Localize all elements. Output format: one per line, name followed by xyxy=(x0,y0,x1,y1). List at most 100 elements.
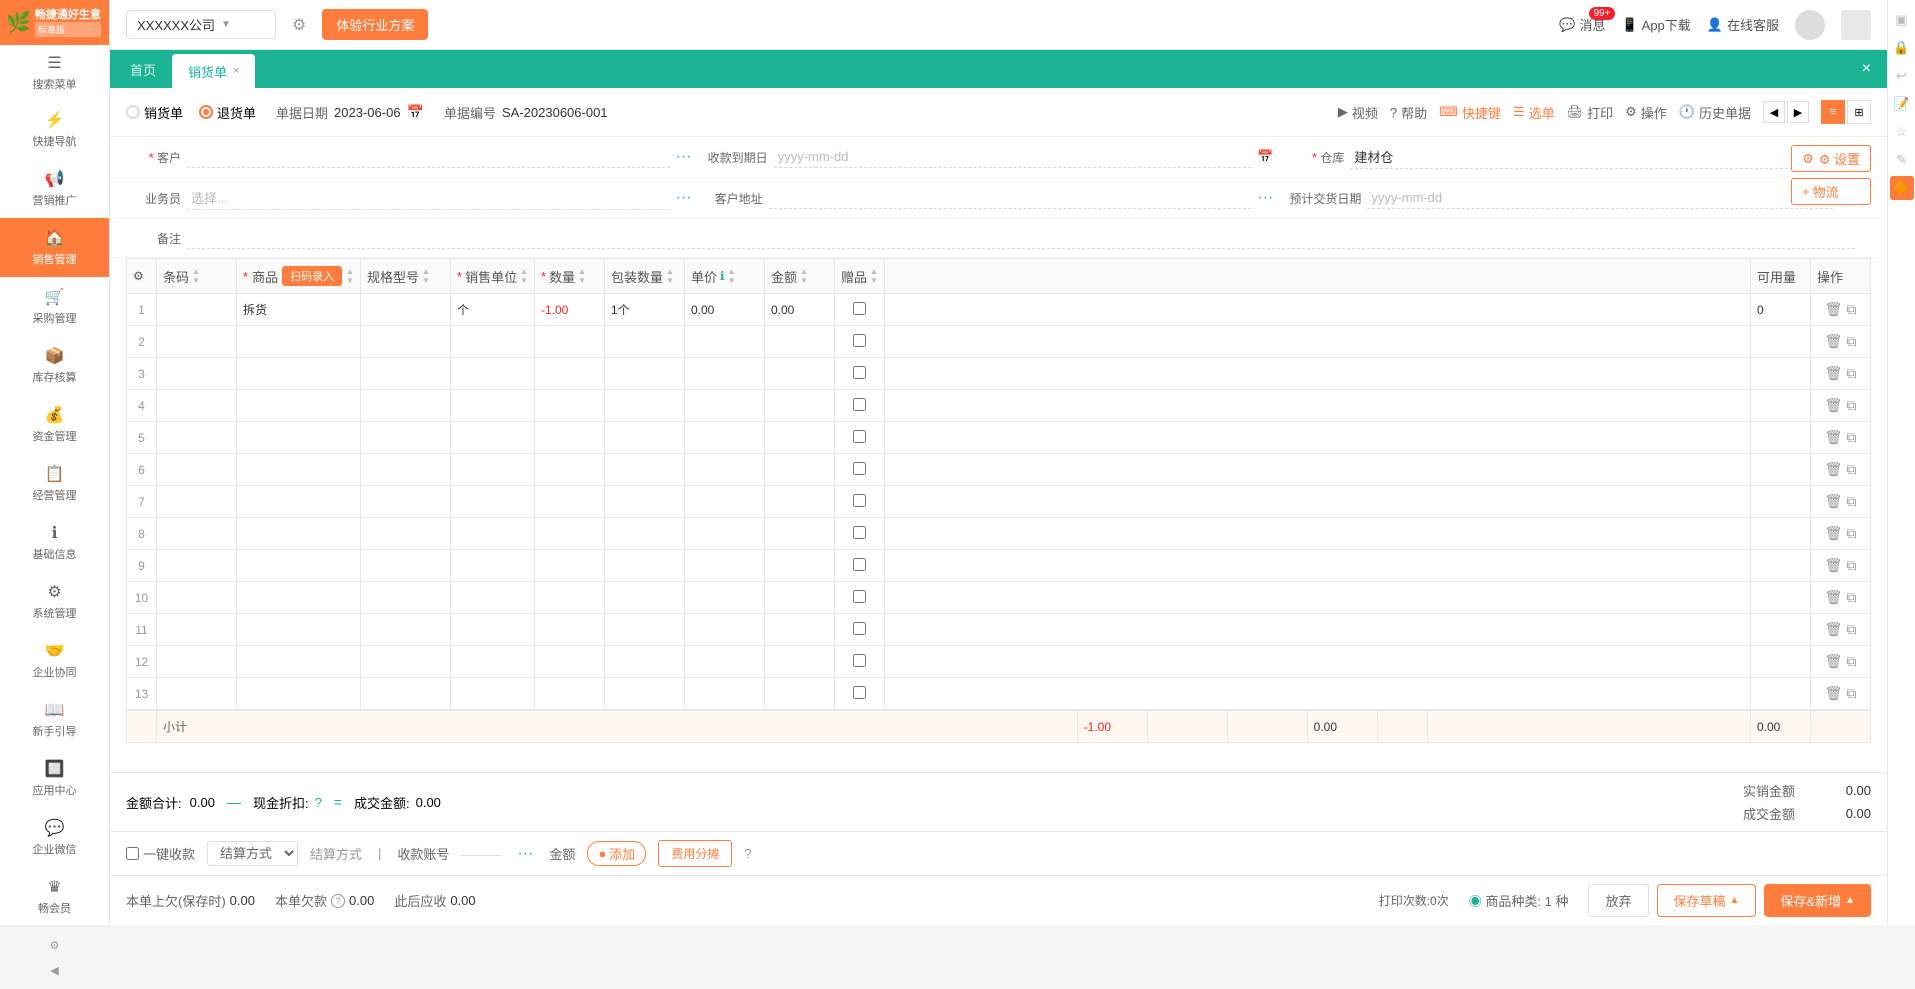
tab-sales-order[interactable]: 销货单 × xyxy=(172,54,255,88)
row-qty[interactable] xyxy=(535,358,605,390)
row-delete-icon[interactable]: 🗑 xyxy=(1825,333,1843,350)
help-action[interactable]: ? 帮助 xyxy=(1390,103,1427,122)
row-price[interactable] xyxy=(685,582,765,614)
cash-discount-info-icon[interactable]: ? xyxy=(315,795,322,810)
row-price[interactable] xyxy=(685,614,765,646)
row-pack-qty[interactable] xyxy=(605,646,685,678)
row-copy-icon[interactable]: ⧉ xyxy=(1846,461,1856,478)
row-pack-qty[interactable] xyxy=(605,678,685,710)
row-gift[interactable] xyxy=(835,582,885,614)
row-spec[interactable] xyxy=(361,326,451,358)
row-price[interactable] xyxy=(685,422,765,454)
customer-address-input[interactable] xyxy=(769,187,1252,209)
user-avatar[interactable] xyxy=(1795,10,1825,40)
row-qty[interactable]: -1.00 xyxy=(535,294,605,326)
row-qty[interactable] xyxy=(535,550,605,582)
row-gift[interactable] xyxy=(835,550,885,582)
row-product[interactable] xyxy=(237,486,361,518)
expense-split-button[interactable]: 费用分摊 xyxy=(658,840,732,867)
row-price[interactable]: 0.00 xyxy=(685,294,765,326)
row-gift[interactable] xyxy=(835,678,885,710)
th-gear[interactable]: ⚙ xyxy=(127,259,157,294)
row-amount[interactable] xyxy=(765,486,835,518)
row-unit[interactable] xyxy=(451,390,535,422)
save-draft-button[interactable]: 保存草稿 ▲ xyxy=(1657,884,1757,917)
account-dotted-btn[interactable]: ··· xyxy=(513,845,537,863)
row-price[interactable] xyxy=(685,486,765,518)
row-price[interactable] xyxy=(685,646,765,678)
customer-dotted-btn[interactable]: ··· xyxy=(676,148,692,166)
row-gift[interactable] xyxy=(835,454,885,486)
row-gift[interactable] xyxy=(835,518,885,550)
row-gift[interactable] xyxy=(835,646,885,678)
row-delete-icon[interactable]: 🗑 xyxy=(1825,461,1843,478)
row-gift[interactable] xyxy=(835,614,885,646)
warehouse-value[interactable]: 建材仓 xyxy=(1350,145,1833,169)
row-spec[interactable] xyxy=(361,614,451,646)
row-spec[interactable] xyxy=(361,582,451,614)
row-barcode[interactable] xyxy=(157,294,237,326)
operations-action[interactable]: ⚙ 操作 xyxy=(1625,103,1667,122)
row-amount[interactable] xyxy=(765,646,835,678)
message-item[interactable]: 💬 消息 99+ xyxy=(1559,15,1605,34)
sidebar-item-vip[interactable]: ♛ 畅会员 xyxy=(0,867,109,926)
row-gift[interactable] xyxy=(835,294,885,326)
row-qty[interactable] xyxy=(535,486,605,518)
tab-close-icon[interactable]: × xyxy=(233,65,239,77)
right-icon-5[interactable]: ☆ xyxy=(1890,120,1914,144)
row-product[interactable] xyxy=(237,678,361,710)
row-qty[interactable] xyxy=(535,454,605,486)
sidebar-item-quick-nav[interactable]: ⚡ 快捷导航 xyxy=(0,100,109,159)
row-copy-icon[interactable]: ⧉ xyxy=(1846,333,1856,350)
right-icon-3[interactable]: ↩ xyxy=(1890,64,1914,88)
row-barcode[interactable] xyxy=(157,518,237,550)
row-unit[interactable] xyxy=(451,582,535,614)
row-delete-icon[interactable]: 🗑 xyxy=(1825,589,1843,606)
collection-date-input[interactable]: yyyy-mm-dd xyxy=(774,146,1251,168)
row-copy-icon[interactable]: ⧉ xyxy=(1846,301,1856,318)
row-price[interactable] xyxy=(685,518,765,550)
row-spec[interactable] xyxy=(361,518,451,550)
settings-button[interactable]: ⚙ ⚙ 设置 xyxy=(1791,145,1871,172)
tabbar-close-all-icon[interactable]: × xyxy=(1850,60,1883,78)
row-spec[interactable] xyxy=(361,358,451,390)
settlement-method-select[interactable]: 结算方式 xyxy=(207,841,298,866)
save-draft-arrow-icon[interactable]: ▲ xyxy=(1730,895,1740,906)
row-qty[interactable] xyxy=(535,422,605,454)
tab-home[interactable]: 首页 xyxy=(114,50,172,88)
list-view-icon[interactable]: ≡ xyxy=(1821,100,1845,124)
row-delete-icon[interactable]: 🗑 xyxy=(1825,365,1843,382)
row-pack-qty[interactable] xyxy=(605,454,685,486)
account-input[interactable] xyxy=(461,851,501,856)
select-action[interactable]: ☰ 选单 xyxy=(1513,103,1555,122)
expense-help-icon[interactable]: ? xyxy=(744,846,751,861)
row-amount[interactable] xyxy=(765,358,835,390)
row-product[interactable] xyxy=(237,454,361,486)
row-unit[interactable]: 个 xyxy=(451,294,535,326)
row-pack-qty[interactable] xyxy=(605,550,685,582)
row-price[interactable] xyxy=(685,678,765,710)
sidebar-item-inventory[interactable]: 📦 库存核算 xyxy=(0,336,109,395)
online-service-item[interactable]: 👤 在线客服 xyxy=(1707,15,1779,34)
row-barcode[interactable] xyxy=(157,678,237,710)
sidebar-item-enterprise[interactable]: 🤝 企业协同 xyxy=(0,631,109,690)
user-menu-btn[interactable] xyxy=(1841,10,1871,40)
sidebar-item-purchase[interactable]: 🛒 采购管理 xyxy=(0,277,109,336)
row-barcode[interactable] xyxy=(157,486,237,518)
row-copy-icon[interactable]: ⧉ xyxy=(1846,365,1856,382)
row-price[interactable] xyxy=(685,326,765,358)
row-barcode[interactable] xyxy=(157,454,237,486)
row-pack-qty[interactable] xyxy=(605,614,685,646)
row-copy-icon[interactable]: ⧉ xyxy=(1846,397,1856,414)
prev-arrow[interactable]: ◀ xyxy=(1763,101,1785,123)
row-unit[interactable] xyxy=(451,614,535,646)
row-pack-qty[interactable] xyxy=(605,582,685,614)
row-amount[interactable] xyxy=(765,454,835,486)
row-pack-qty[interactable] xyxy=(605,486,685,518)
discard-button[interactable]: 放弃 xyxy=(1588,884,1648,917)
product-type-radio-icon[interactable]: ◉ xyxy=(1469,894,1482,909)
scan-barcode-button[interactable]: 扫码录入 xyxy=(282,266,342,286)
save-new-arrow-icon[interactable]: ▲ xyxy=(1845,895,1855,906)
sidebar-settings-btn[interactable]: ⚙ xyxy=(0,933,109,958)
row-qty[interactable] xyxy=(535,390,605,422)
